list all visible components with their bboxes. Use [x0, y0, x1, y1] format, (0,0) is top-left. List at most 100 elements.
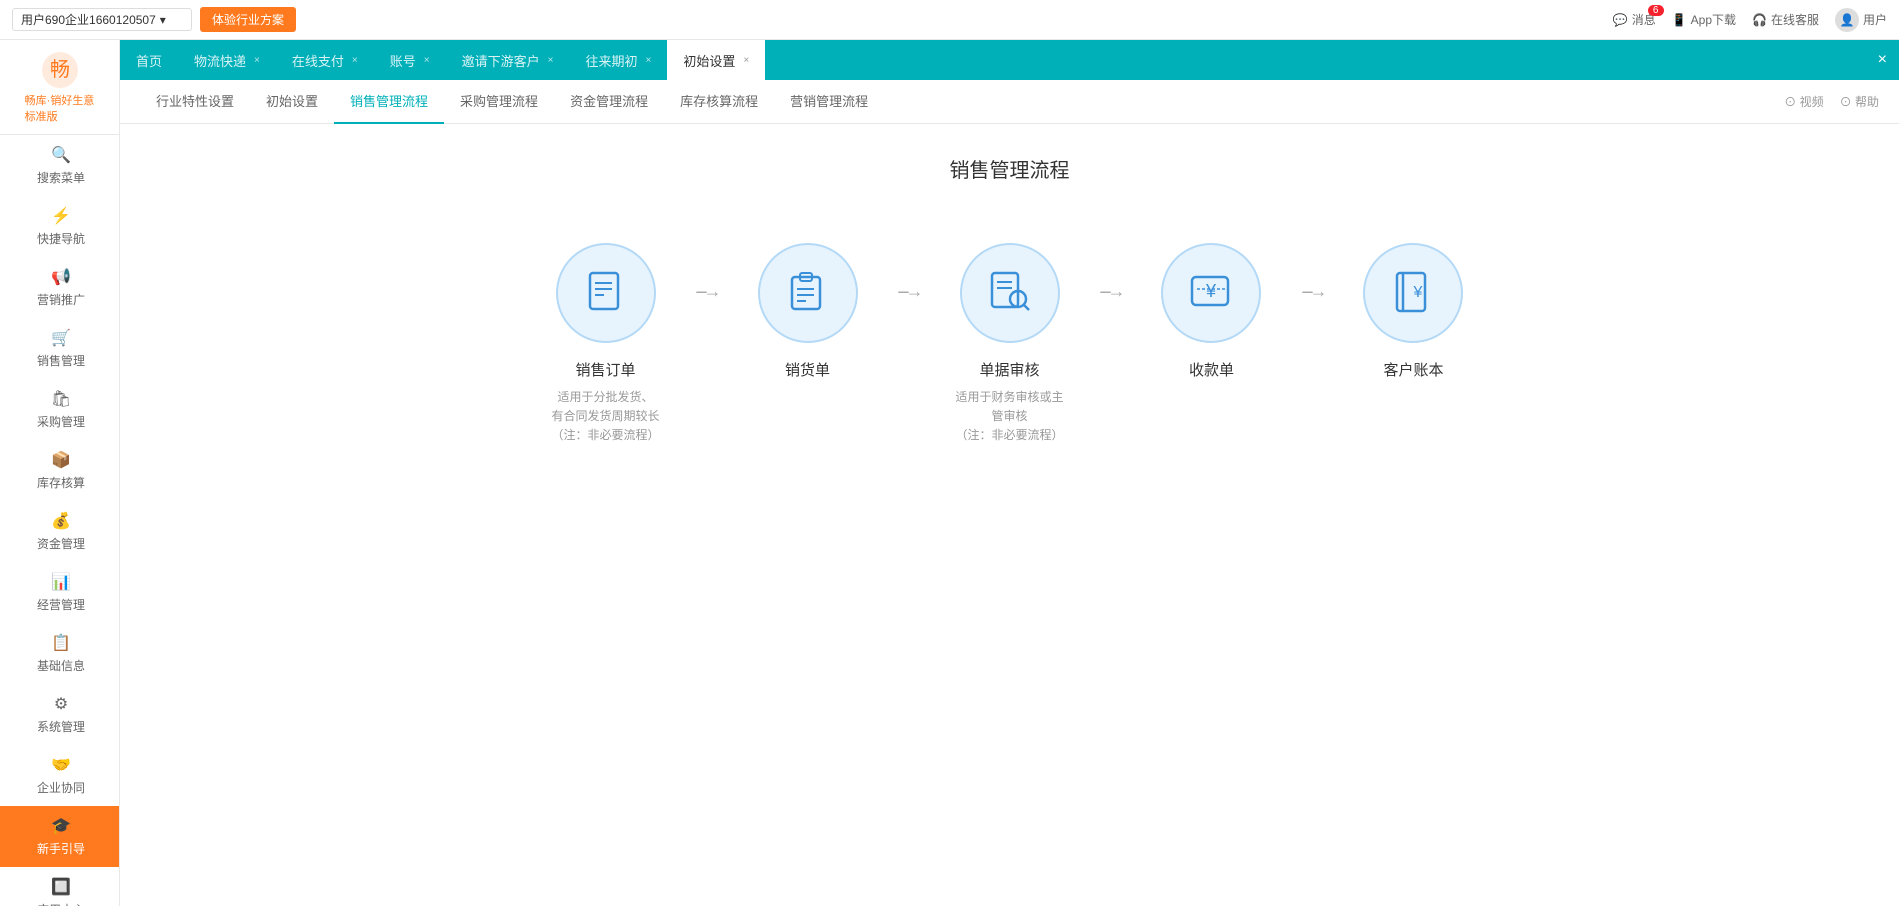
sidebar-item-app-center[interactable]: 🔲 应用中心: [0, 867, 119, 906]
flow-step-desc-sales-order: 适用于分批发货、 有合同发货周期较长 （注：非必要流程）: [552, 388, 660, 446]
user-label: 用户: [1863, 11, 1887, 28]
nav-tab-label-logistics: 物流快递: [194, 51, 246, 70]
nav-tab-logistics[interactable]: 物流快递 ×: [178, 40, 276, 80]
sub-tab-sales-flow[interactable]: 销售管理流程: [334, 80, 444, 124]
user-select[interactable]: 用户690企业1660120507 ▾: [12, 8, 192, 31]
nav-tab-close-logistics[interactable]: ×: [254, 55, 260, 66]
sidebar-label-finance-mgmt: 资金管理: [37, 535, 85, 552]
svg-text:畅: 畅: [50, 58, 70, 81]
sidebar-icon-operations-mgmt: 📊: [51, 572, 71, 592]
nav-tab-close-period-init[interactable]: ×: [645, 55, 651, 66]
sidebar: 畅 畅库·销好生意标准版 🔍 搜索菜单 ⚡ 快捷导航 📢 营销推广 🛒 销售管理…: [0, 40, 120, 906]
nav-tab-home[interactable]: 首页: [120, 40, 178, 80]
sidebar-label-marketing-promo: 营销推广: [37, 291, 85, 308]
nav-tab-close-payment[interactable]: ×: [352, 55, 358, 66]
sidebar-item-new-guide[interactable]: 🎓 新手引导: [0, 806, 119, 867]
nav-tab-label-period-init: 往来期初: [585, 51, 637, 70]
app-download-item[interactable]: 📱 App下载: [1672, 11, 1736, 28]
sidebar-label-purchase-mgmt: 采购管理: [37, 413, 85, 430]
nav-tabs: 首页物流快递×在线支付×账号×邀请下游客户×往来期初×初始设置××: [120, 40, 1899, 80]
svg-text:¥: ¥: [1413, 284, 1423, 301]
sub-tab-industry-settings[interactable]: 行业特性设置: [140, 80, 250, 124]
flow-circle-sales-order[interactable]: [556, 243, 656, 343]
sub-tab-finance-flow[interactable]: 资金管理流程: [554, 80, 664, 124]
flow-step-customer-ledger: ¥ 客户账本: [1323, 243, 1503, 388]
nav-tab-invite-downstream[interactable]: 邀请下游客户×: [446, 40, 570, 80]
flow-arrow-3: - - -→: [1301, 243, 1323, 302]
sidebar-item-marketing-promo[interactable]: 📢 营销推广: [0, 257, 119, 318]
flow-step-desc-document-review: 适用于财务审核或主 管审核 （注：非必要流程）: [955, 388, 1063, 446]
sidebar-label-sales-mgmt: 销售管理: [37, 352, 85, 369]
nav-tab-close-account[interactable]: ×: [424, 55, 430, 66]
sidebar-icon-enterprise-collab: 🤝: [51, 755, 71, 775]
sidebar-item-inventory[interactable]: 📦 库存核算: [0, 440, 119, 501]
nav-tab-close-invite-downstream[interactable]: ×: [548, 55, 554, 66]
sub-tab-purchase-flow[interactable]: 采购管理流程: [444, 80, 554, 124]
page-content: 销售管理流程 销售订单适用于分批发货、 有合同发货周期较长 （注：非必要流程） -…: [120, 124, 1899, 906]
top-bar: 用户690企业1660120507 ▾ 体验行业方案 💬 消息 6 📱 App下…: [0, 0, 1899, 40]
user-select-label: 用户690企业1660120507: [21, 11, 156, 28]
nav-close-btn[interactable]: ×: [1866, 51, 1899, 69]
sidebar-icon-inventory: 📦: [51, 450, 71, 470]
sidebar-item-operations-mgmt[interactable]: 📊 经营管理: [0, 562, 119, 623]
flow-step-name-customer-ledger: 客户账本: [1383, 359, 1443, 380]
sidebar-icon-search: 🔍: [51, 145, 71, 165]
flow-arrow-1: - - -→: [898, 243, 920, 302]
sidebar-item-basic-info[interactable]: 📋 基础信息: [0, 623, 119, 684]
user-menu[interactable]: 👤 用户: [1835, 8, 1887, 32]
page-title: 销售管理流程: [160, 154, 1859, 183]
flow-step-name-sales-order: 销售订单: [576, 359, 636, 380]
flow-step-receipt: ¥ 收款单: [1121, 243, 1301, 388]
message-icon: 💬: [1613, 13, 1628, 27]
flow-step-sales-invoice: 销货单: [718, 243, 898, 388]
flow-step-name-document-review: 单据审核: [979, 359, 1039, 380]
sidebar-item-quick-nav[interactable]: ⚡ 快捷导航: [0, 196, 119, 257]
app-download-label: App下载: [1691, 11, 1736, 28]
message-badge: 6: [1648, 5, 1664, 16]
sub-tabs: 行业特性设置初始设置销售管理流程采购管理流程资金管理流程库存核算流程营销管理流程…: [120, 80, 1899, 124]
flow-circle-customer-ledger[interactable]: ¥: [1363, 243, 1463, 343]
top-bar-right: 💬 消息 6 📱 App下载 🎧 在线客服 👤 用户: [1613, 8, 1887, 32]
nav-tab-payment[interactable]: 在线支付×: [276, 40, 374, 80]
nav-tab-close-initial-setup[interactable]: ×: [743, 55, 749, 66]
sidebar-icon-marketing-promo: 📢: [51, 267, 71, 287]
sidebar-item-enterprise-collab[interactable]: 🤝 企业协同: [0, 745, 119, 806]
online-service-item[interactable]: 🎧 在线客服: [1752, 11, 1819, 28]
help-link[interactable]: ⊙ 帮助: [1840, 93, 1879, 110]
svg-text:¥: ¥: [1205, 281, 1217, 301]
flow-circle-document-review[interactable]: [960, 243, 1060, 343]
sidebar-item-search[interactable]: 🔍 搜索菜单: [0, 135, 119, 196]
nav-tab-account[interactable]: 账号 ×: [374, 40, 446, 80]
flow-circle-receipt[interactable]: ¥: [1161, 243, 1261, 343]
sidebar-icon-basic-info: 📋: [51, 633, 71, 653]
sidebar-item-finance-mgmt[interactable]: 💰 资金管理: [0, 501, 119, 562]
logo-text: 畅库·销好生意标准版: [25, 92, 95, 124]
sidebar-icon-new-guide: 🎓: [51, 816, 71, 836]
content-area: 首页物流快递×在线支付×账号×邀请下游客户×往来期初×初始设置×× 行业特性设置…: [120, 40, 1899, 906]
flow-step-name-receipt: 收款单: [1189, 359, 1234, 380]
nav-tab-period-init[interactable]: 往来期初 ×: [569, 40, 667, 80]
sidebar-label-app-center: 应用中心: [37, 901, 85, 906]
flow-arrow-2: - - -→: [1100, 243, 1122, 302]
sidebar-label-basic-info: 基础信息: [37, 657, 85, 674]
sidebar-icon-system-mgmt: ⚙: [54, 694, 68, 714]
sidebar-label-system-mgmt: 系统管理: [37, 718, 85, 735]
sidebar-icon-purchase-mgmt: 🛍: [51, 389, 71, 409]
sidebar-item-purchase-mgmt[interactable]: 🛍 采购管理: [0, 379, 119, 440]
video-link[interactable]: ⊙ 视频: [1784, 93, 1823, 110]
nav-tab-label-account: 账号: [390, 51, 416, 70]
message-item[interactable]: 💬 消息 6: [1613, 11, 1656, 28]
chevron-down-icon: ▾: [160, 13, 166, 27]
sidebar-label-inventory: 库存核算: [37, 474, 85, 491]
flow-step-document-review: 单据审核适用于财务审核或主 管审核 （注：非必要流程）: [920, 243, 1100, 446]
flow-circle-sales-invoice[interactable]: [758, 243, 858, 343]
sub-tab-marketing-flow[interactable]: 营销管理流程: [774, 80, 884, 124]
trial-btn[interactable]: 体验行业方案: [200, 7, 296, 32]
sub-tab-inventory-flow[interactable]: 库存核算流程: [664, 80, 774, 124]
sub-tab-initial-setup[interactable]: 初始设置: [250, 80, 334, 124]
sidebar-item-system-mgmt[interactable]: ⚙ 系统管理: [0, 684, 119, 745]
flow-arrow-0: - - -→: [696, 243, 718, 302]
sidebar-item-sales-mgmt[interactable]: 🛒 销售管理: [0, 318, 119, 379]
nav-tab-initial-setup[interactable]: 初始设置×: [667, 40, 765, 80]
sidebar-icon-sales-mgmt: 🛒: [51, 328, 71, 348]
